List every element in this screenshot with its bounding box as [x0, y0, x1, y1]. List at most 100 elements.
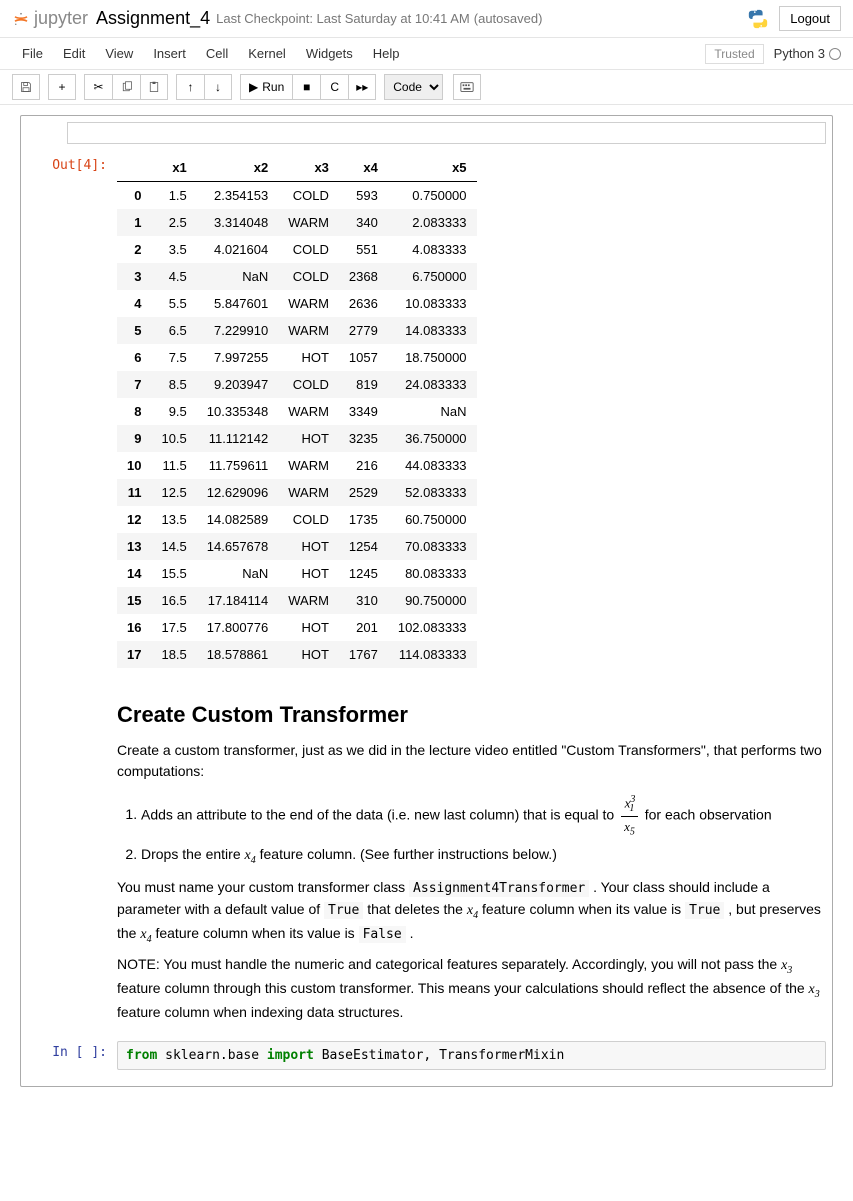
table-cell: 1245 [339, 560, 388, 587]
move-down-button[interactable]: ↓ [204, 74, 232, 100]
table-cell: 4.021604 [197, 236, 278, 263]
row-index: 9 [117, 425, 151, 452]
table-cell: HOT [278, 560, 339, 587]
table-row: 23.54.021604COLD5514.083333 [117, 236, 477, 263]
table-cell: 2.083333 [388, 209, 477, 236]
table-cell: 5.5 [151, 290, 196, 317]
table-cell: 6.5 [151, 317, 196, 344]
table-cell: 2529 [339, 479, 388, 506]
restart-run-all-button[interactable]: ▸▸ [348, 74, 376, 100]
table-cell: 551 [339, 236, 388, 263]
row-index: 17 [117, 641, 151, 668]
table-cell: WARM [278, 290, 339, 317]
paste-button[interactable] [140, 74, 168, 100]
save-button[interactable] [12, 74, 40, 100]
markdown-cell[interactable]: Create Custom Transformer Create a custo… [27, 678, 826, 1031]
table-cell: 16.5 [151, 587, 196, 614]
move-up-button[interactable]: ↑ [176, 74, 204, 100]
interrupt-button[interactable]: ■ [292, 74, 320, 100]
fraction-x1cubed-over-x5: x31 x5 [621, 792, 638, 840]
kernel-indicator[interactable]: Python 3 [774, 46, 841, 61]
table-cell: WARM [278, 452, 339, 479]
copy-button[interactable] [112, 74, 140, 100]
table-cell: 11.112142 [197, 425, 278, 452]
table-cell: 90.750000 [388, 587, 477, 614]
menu-bar: File Edit View Insert Cell Kernel Widget… [0, 38, 853, 70]
play-icon: ▶ [249, 80, 258, 94]
row-index: 11 [117, 479, 151, 506]
menu-file[interactable]: File [12, 42, 53, 65]
column-header: x4 [339, 154, 388, 182]
menu-edit[interactable]: Edit [53, 42, 95, 65]
row-index: 2 [117, 236, 151, 263]
add-cell-button[interactable]: + [48, 74, 76, 100]
table-cell: 114.083333 [388, 641, 477, 668]
table-cell: 2779 [339, 317, 388, 344]
row-index: 4 [117, 290, 151, 317]
menu-view[interactable]: View [95, 42, 143, 65]
table-cell: 17.184114 [197, 587, 278, 614]
cell-type-select[interactable]: Code [384, 74, 443, 100]
menu-widgets[interactable]: Widgets [296, 42, 363, 65]
table-row: 45.55.847601WARM263610.083333 [117, 290, 477, 317]
kernel-name: Python 3 [774, 46, 825, 61]
table-row: 89.510.335348WARM3349NaN [117, 398, 477, 425]
menu-kernel[interactable]: Kernel [238, 42, 296, 65]
column-header: x1 [151, 154, 196, 182]
code-input[interactable]: from sklearn.base import BaseEstimator, … [117, 1041, 826, 1070]
fast-forward-icon: ▸▸ [356, 80, 368, 94]
table-row: 12.53.314048WARM3402.083333 [117, 209, 477, 236]
command-palette-button[interactable] [453, 74, 481, 100]
previous-cell-fragment[interactable] [67, 122, 826, 144]
table-cell: NaN [197, 263, 278, 290]
row-index: 0 [117, 182, 151, 210]
trusted-indicator[interactable]: Trusted [705, 44, 763, 64]
table-cell: 12.5 [151, 479, 196, 506]
menu-insert[interactable]: Insert [143, 42, 196, 65]
code-cell[interactable]: In [ ]: from sklearn.base import BaseEst… [27, 1041, 826, 1070]
table-cell: 1.5 [151, 182, 196, 210]
row-index: 5 [117, 317, 151, 344]
table-cell: HOT [278, 533, 339, 560]
markdown-p3: NOTE: You must handle the numeric and ca… [117, 954, 826, 1023]
notebook-name[interactable]: Assignment_4 [96, 8, 210, 29]
stop-icon: ■ [303, 80, 310, 94]
table-cell: 3.5 [151, 236, 196, 263]
menu-cell[interactable]: Cell [196, 42, 238, 65]
run-button[interactable]: ▶ Run [240, 74, 292, 100]
table-cell: 17.800776 [197, 614, 278, 641]
table-cell: HOT [278, 614, 339, 641]
jupyter-logo[interactable]: jupyter [12, 8, 88, 29]
logout-button[interactable]: Logout [779, 6, 841, 31]
row-index: 10 [117, 452, 151, 479]
table-header-row: x1x2x3x4x5 [117, 154, 477, 182]
table-cell: COLD [278, 263, 339, 290]
table-cell: 201 [339, 614, 388, 641]
table-cell: 18.750000 [388, 344, 477, 371]
column-header: x5 [388, 154, 477, 182]
table-cell: WARM [278, 479, 339, 506]
menu-help[interactable]: Help [363, 42, 410, 65]
li1-text-a: Adds an attribute to the end of the data… [141, 806, 618, 822]
run-label: Run [262, 80, 284, 94]
jupyter-icon [12, 10, 30, 28]
table-cell: 2636 [339, 290, 388, 317]
code-classname: Assignment4Transformer [409, 880, 589, 897]
restart-button[interactable]: C [320, 74, 348, 100]
table-cell: 0.750000 [388, 182, 477, 210]
column-header: x2 [197, 154, 278, 182]
paste-icon [148, 81, 160, 93]
table-cell: 2.5 [151, 209, 196, 236]
table-cell: 14.082589 [197, 506, 278, 533]
table-cell: WARM [278, 398, 339, 425]
column-header [117, 154, 151, 182]
keyboard-icon [460, 81, 474, 93]
table-cell: HOT [278, 344, 339, 371]
table-cell: 10.335348 [197, 398, 278, 425]
save-icon [20, 81, 32, 93]
table-cell: HOT [278, 425, 339, 452]
table-row: 56.57.229910WARM277914.083333 [117, 317, 477, 344]
table-cell: 4.083333 [388, 236, 477, 263]
cut-button[interactable]: ✂ [84, 74, 112, 100]
copy-icon [121, 81, 133, 93]
